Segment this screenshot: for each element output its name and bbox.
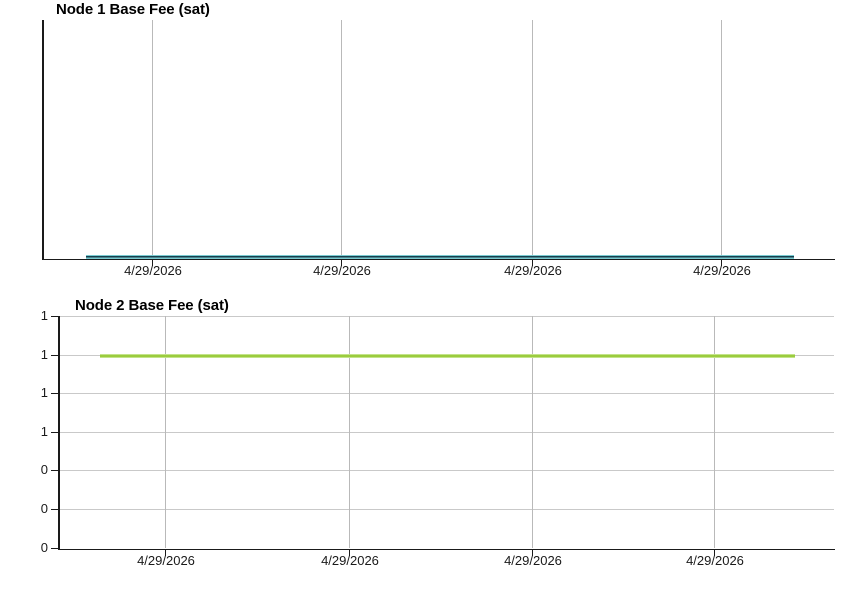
chart2-y-tickmark	[51, 355, 58, 356]
chart1-x-tick-label: 4/29/2026	[693, 263, 751, 278]
chart1-x-tick-label: 4/29/2026	[124, 263, 182, 278]
chart2-y-tick-label: 1	[26, 347, 48, 363]
chart2-gridline-horizontal	[58, 432, 834, 433]
chart2-gridline-vertical	[349, 316, 350, 548]
chart2-y-tick-label: 1	[26, 385, 48, 401]
chart1-series-line-node1-base-fee	[86, 255, 794, 259]
chart2-title: Node 2 Base Fee (sat)	[75, 297, 229, 314]
chart1-x-tick-label: 4/29/2026	[504, 263, 562, 278]
chart2-gridline-vertical	[714, 316, 715, 548]
chart2-gridline-horizontal	[58, 316, 834, 317]
chart2-gridline-vertical	[532, 316, 533, 548]
chart2-y-tickmark	[51, 470, 58, 471]
chart2-x-tick-label: 4/29/2026	[686, 553, 744, 568]
chart2-gridline-horizontal	[58, 393, 834, 394]
chart2-series-line-node2-base-fee	[100, 354, 795, 358]
chart1-x-tick-label: 4/29/2026	[313, 263, 371, 278]
chart2-y-tickmark	[51, 432, 58, 433]
chart2-gridline-horizontal	[58, 509, 834, 510]
chart1-gridline-vertical	[721, 20, 722, 258]
chart1-y-axis	[42, 20, 44, 260]
chart2-gridline-vertical	[165, 316, 166, 548]
chart1-gridline-vertical	[152, 20, 153, 258]
chart1-title: Node 1 Base Fee (sat)	[56, 1, 210, 18]
chart2-gridline-horizontal	[58, 470, 834, 471]
chart2-y-tick-label: 0	[26, 462, 48, 478]
chart1-gridline-vertical	[532, 20, 533, 258]
chart1-gridline-vertical	[341, 20, 342, 258]
chart2-y-tick-label: 1	[26, 424, 48, 440]
chart2-y-tickmark	[51, 548, 58, 549]
report-canvas: Node 1 Base Fee (sat) 4/29/2026 4/29/202…	[0, 0, 860, 600]
chart2-x-axis	[58, 549, 835, 551]
chart2-x-tick-label: 4/29/2026	[321, 553, 379, 568]
chart2-y-tick-label: 1	[26, 308, 48, 324]
chart2-y-axis	[58, 316, 60, 550]
chart2-y-tick-label: 0	[26, 501, 48, 517]
chart2-y-tick-label: 0	[26, 540, 48, 556]
chart2-x-tick-label: 4/29/2026	[504, 553, 562, 568]
chart2-x-tick-label: 4/29/2026	[137, 553, 195, 568]
chart2-y-tickmark	[51, 509, 58, 510]
chart2-y-tickmark	[51, 393, 58, 394]
chart2-y-tickmark	[51, 316, 58, 317]
